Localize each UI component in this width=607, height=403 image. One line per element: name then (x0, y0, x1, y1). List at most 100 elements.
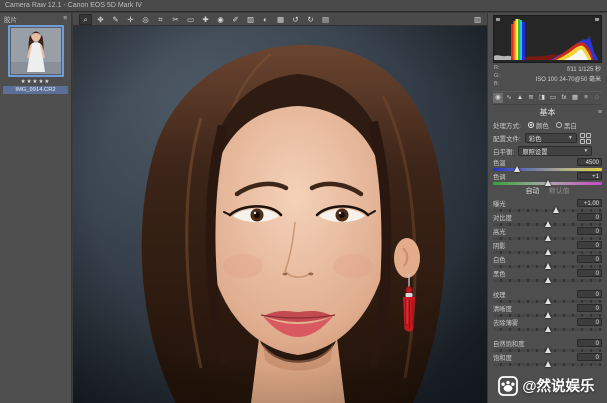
default-link[interactable]: 默认值 (549, 188, 569, 195)
vibrance-label: 自然饱和度 (493, 339, 577, 348)
color-sampler-tool-icon[interactable]: ✛ (124, 14, 137, 25)
exposure-thumb[interactable] (553, 207, 559, 213)
vibrance-value[interactable]: 0 (577, 339, 602, 347)
rotate-left-button-icon[interactable]: ↺ (289, 14, 302, 25)
tab-effects[interactable]: fx (559, 93, 569, 103)
histogram[interactable] (493, 15, 602, 63)
zoom-tool-icon[interactable]: ⌕ (79, 14, 92, 25)
highlights-track[interactable] (493, 237, 602, 240)
clarity-track[interactable] (493, 314, 602, 317)
hand-tool-icon[interactable]: ✥ (94, 14, 107, 25)
dehaze-thumb[interactable] (545, 326, 551, 332)
tint-value[interactable]: +1 (577, 172, 602, 180)
white-balance-tool-icon[interactable]: ✎ (109, 14, 122, 25)
treatment-color-label[interactable]: 颜色 (536, 120, 549, 130)
filmstrip-menu-icon[interactable]: ≡ (63, 15, 67, 22)
texture-label: 纹理 (493, 290, 577, 299)
exposure-track[interactable] (493, 209, 602, 212)
preferences-button-icon[interactable]: ▦ (274, 14, 287, 25)
profile-browser-icon[interactable] (580, 133, 591, 144)
temperature-value[interactable]: 4500 (577, 158, 602, 166)
highlight-clipping-indicator[interactable] (595, 18, 599, 21)
adjustment-brush-tool-icon[interactable]: ✐ (229, 14, 242, 25)
tint-track[interactable] (493, 182, 602, 185)
blacks-track[interactable] (493, 279, 602, 282)
temperature-thumb[interactable] (514, 166, 520, 172)
white-balance-value: 原照设置 (522, 147, 547, 156)
straighten-tool-icon[interactable]: ✂ (169, 14, 182, 25)
shadows-track[interactable] (493, 251, 602, 254)
shadow-clipping-indicator[interactable] (496, 18, 500, 21)
spot-removal-tool-icon[interactable]: ✚ (199, 14, 212, 25)
vibrance-track[interactable] (493, 349, 602, 352)
dehaze-track[interactable] (493, 328, 602, 331)
blacks-thumb[interactable] (545, 277, 551, 283)
exposure-value[interactable]: +1.00 (577, 199, 602, 207)
crop-tool-icon[interactable]: ⌗ (154, 14, 167, 25)
highlights-value[interactable]: 0 (577, 227, 602, 235)
transform-tool-icon[interactable]: ▭ (184, 14, 197, 25)
delete-button-icon[interactable]: ▤ (319, 14, 332, 25)
clarity-slider: 清晰度0 (493, 304, 602, 317)
clarity-value[interactable]: 0 (577, 304, 602, 312)
red-eye-tool-icon[interactable]: ◉ (214, 14, 227, 25)
saturation-track[interactable] (493, 363, 602, 366)
rgb-g-label: G: (494, 73, 500, 81)
treatment-color-radio[interactable] (528, 122, 534, 128)
toggle-panel-icon[interactable]: ▥ (471, 14, 484, 25)
tab-calibration[interactable]: ▦ (570, 93, 580, 103)
contrast-thumb[interactable] (545, 221, 551, 227)
rotate-right-button-icon[interactable]: ↻ (304, 14, 317, 25)
tab-basic[interactable]: ◉ (493, 93, 503, 103)
chevron-down-icon: ▼ (565, 135, 573, 141)
saturation-slider: 饱和度0 (493, 353, 602, 366)
blacks-value[interactable]: 0 (577, 269, 602, 277)
treatment-bw-label[interactable]: 黑白 (564, 120, 577, 130)
temperature-track[interactable] (493, 168, 602, 171)
vibrance-thumb[interactable] (545, 347, 551, 353)
tab-hsl[interactable]: ≋ (526, 93, 536, 103)
shadows-slider: 阴影0 (493, 241, 602, 254)
saturation-value[interactable]: 0 (577, 353, 602, 361)
contrast-value[interactable]: 0 (577, 213, 602, 221)
image-canvas[interactable] (73, 26, 487, 403)
whites-value[interactable]: 0 (577, 255, 602, 263)
texture-track[interactable] (493, 300, 602, 303)
saturation-thumb[interactable] (545, 361, 551, 367)
tab-snapshots[interactable]: ◌ (592, 93, 602, 103)
panel-tabs: ◉∿▲≋◨▭fx▦≡◌ (493, 91, 602, 105)
panel-menu-icon[interactable]: ≡ (598, 107, 602, 119)
thumbnail-rating[interactable]: ★★★★★ (0, 79, 71, 85)
tab-split-toning[interactable]: ◨ (537, 93, 547, 103)
tab-tone-curve[interactable]: ∿ (504, 93, 514, 103)
treatment-row: 处理方式: 颜色 黑白 (493, 119, 602, 132)
whites-track[interactable] (493, 265, 602, 268)
filmstrip-panel: 胶片 ≡ ★★★★★ IMG_9914.CR2 (0, 13, 72, 403)
highlights-thumb[interactable] (545, 235, 551, 241)
profile-row: 配置文件: 彩色 ▼ (493, 132, 602, 145)
dehaze-value[interactable]: 0 (577, 318, 602, 326)
radial-filter-tool-icon[interactable]: ◐ (259, 14, 272, 25)
whites-thumb[interactable] (545, 263, 551, 269)
shadows-thumb[interactable] (545, 249, 551, 255)
tab-detail[interactable]: ▲ (515, 93, 525, 103)
texture-value[interactable]: 0 (577, 290, 602, 298)
rgb-r-label: R: (494, 65, 500, 73)
graduated-filter-tool-icon[interactable]: ▨ (244, 14, 257, 25)
profile-select[interactable]: 彩色 ▼ (525, 133, 577, 143)
tab-lens-corrections[interactable]: ▭ (548, 93, 558, 103)
treatment-bw-radio[interactable] (556, 122, 562, 128)
vibrance-slider: 自然饱和度0 (493, 339, 602, 352)
shadows-value[interactable]: 0 (577, 241, 602, 249)
texture-thumb[interactable] (545, 298, 551, 304)
targeted-adjustment-tool-icon[interactable]: ◎ (139, 14, 152, 25)
contrast-track[interactable] (493, 223, 602, 226)
tab-presets[interactable]: ≡ (581, 93, 591, 103)
clarity-label: 清晰度 (493, 304, 577, 313)
tint-thumb[interactable] (545, 180, 551, 186)
filmstrip-thumbnail[interactable] (8, 25, 64, 77)
white-balance-select[interactable]: 原照设置 ▼ (518, 146, 592, 156)
window-title: Camera Raw 12.1 - Canon EOS 5D Mark IV (0, 0, 607, 12)
clarity-thumb[interactable] (545, 312, 551, 318)
auto-link[interactable]: 自动 (526, 188, 540, 195)
